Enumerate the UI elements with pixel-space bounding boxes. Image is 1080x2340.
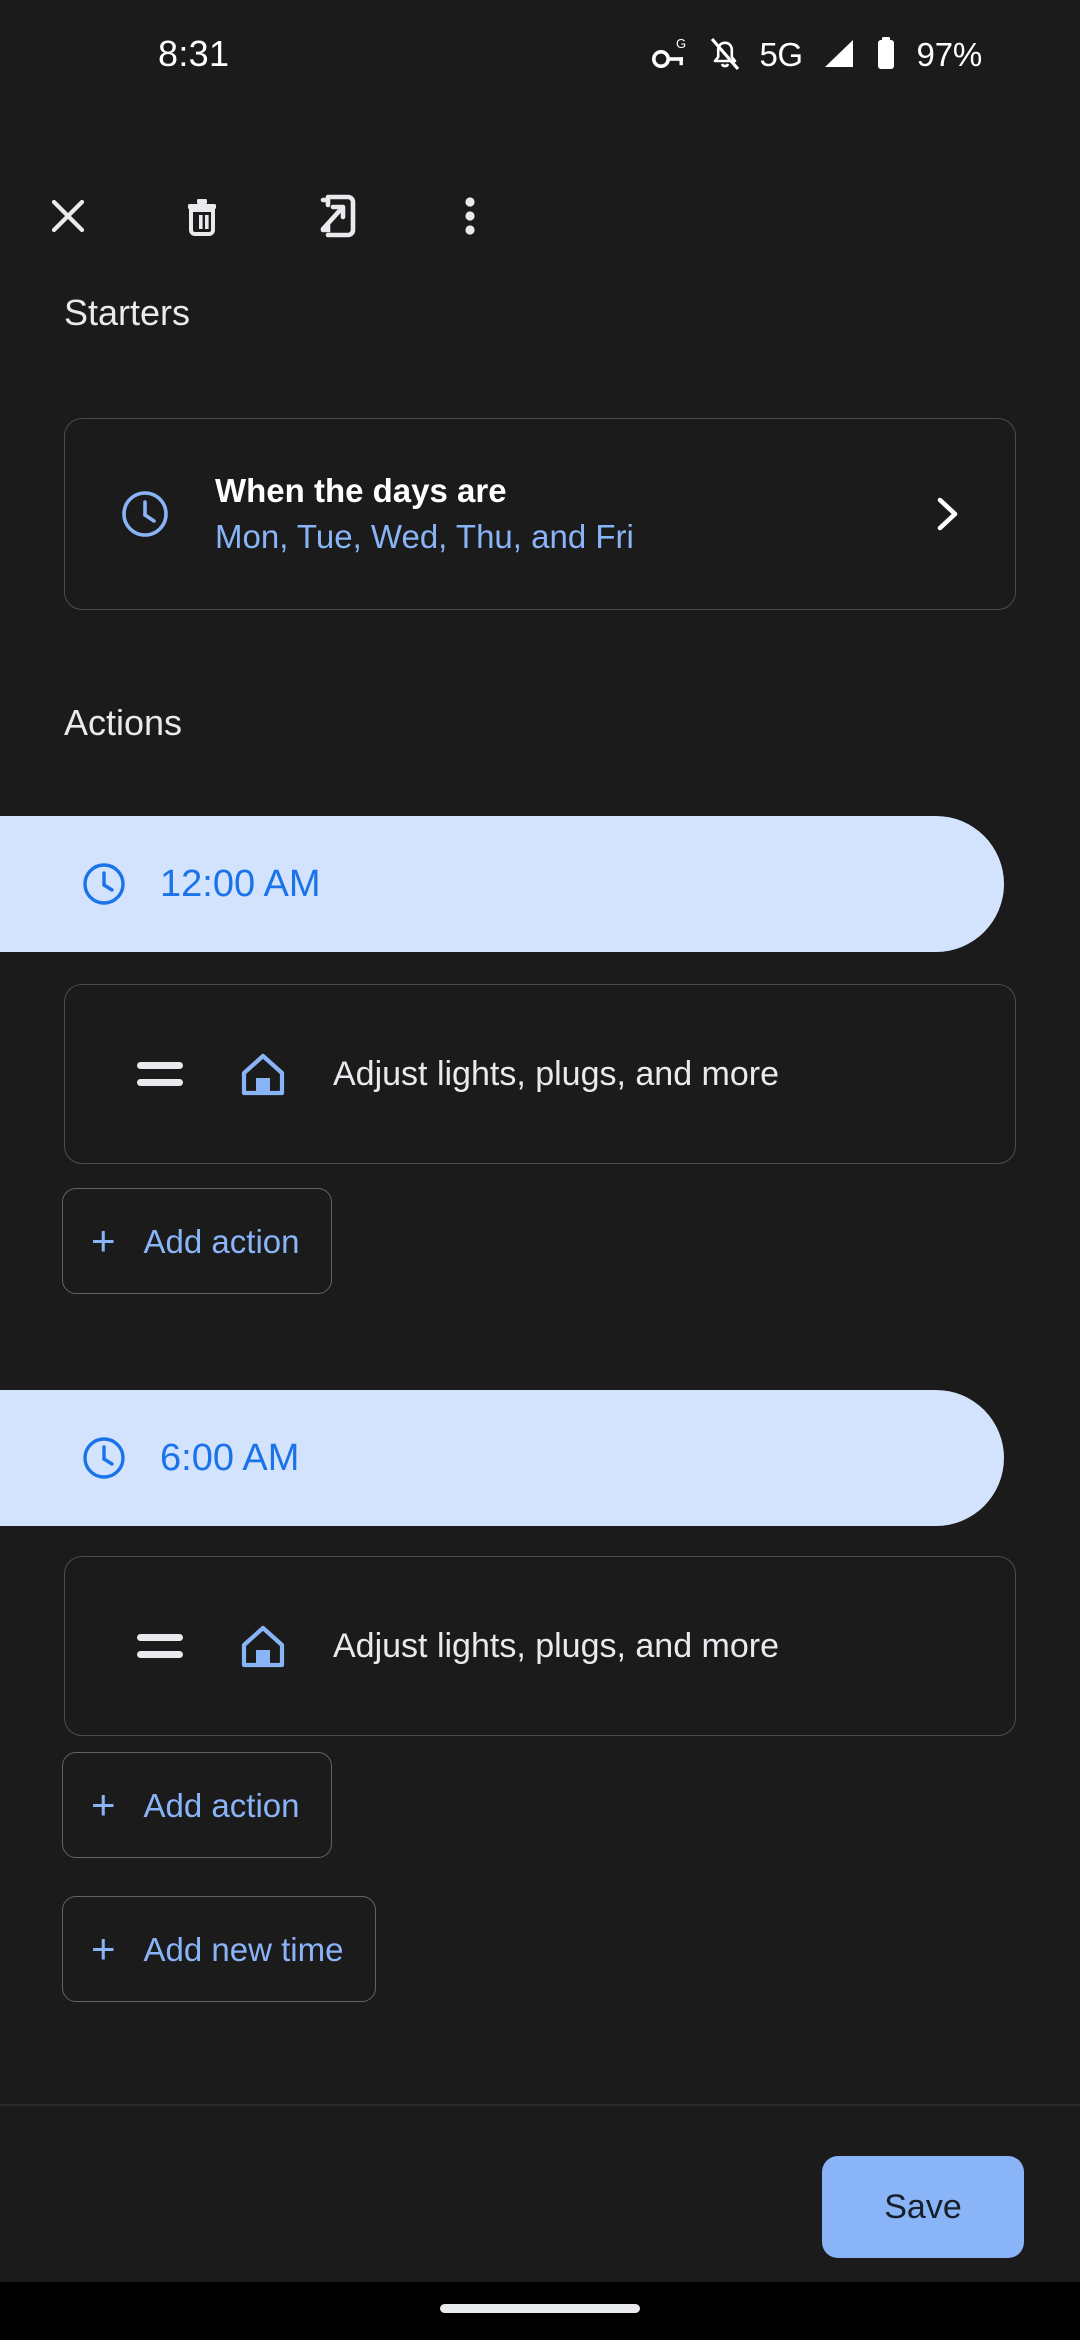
status-bar-icons: G 5G 97% [651,35,983,73]
status-bar-clock: 8:31 [158,33,230,74]
automation-editor-screen: 8:31 G 5G 97% Starters When the days are… [0,0,1080,2340]
starter-card[interactable]: When the days are Mon, Tue, Wed, Thu, an… [64,418,1016,610]
starter-primary-label: When the days are [215,472,507,510]
add-action-button[interactable]: + Add action [62,1752,333,1858]
add-action-label: Add action [143,1222,300,1260]
home-icon [237,1620,289,1672]
action-label: Adjust lights, plugs, and more [333,1054,780,1093]
top-toolbar [0,168,1080,264]
starters-section-title: Starters [64,292,191,333]
action-card[interactable]: Adjust lights, plugs, and more [64,984,1016,1164]
delete-icon [179,192,225,240]
drag-handle-icon[interactable] [137,1631,183,1661]
action-label: Adjust lights, plugs, and more [333,1626,780,1665]
home-icon [237,1048,289,1100]
add-to-home-screen-button[interactable] [288,168,384,264]
plus-icon: + [91,1217,116,1264]
notifications-off-icon [708,36,742,72]
actions-section-title: Actions [64,702,183,743]
save-button[interactable]: Save [822,2156,1024,2258]
time-chip-label: 6:00 AM [160,1437,300,1479]
home-gesture-pill[interactable] [440,2304,640,2313]
clock-icon [80,1434,128,1482]
clock-icon [80,860,128,908]
status-bar: 8:31 G 5G 97% [0,0,1080,108]
clock-icon [119,488,171,540]
more-options-icon [462,192,478,240]
plus-icon: + [91,1925,116,1972]
add-to-home-screen-icon [314,191,358,241]
add-action-button[interactable]: + Add action [62,1188,333,1294]
action-card[interactable]: Adjust lights, plugs, and more [64,1556,1016,1736]
battery-icon [875,36,897,72]
add-new-time-button[interactable]: + Add new time [62,1896,377,2002]
close-icon [44,192,92,240]
starter-secondary-label: Mon, Tue, Wed, Thu, and Fri [215,518,634,555]
delete-button[interactable] [154,168,250,264]
add-new-time-label: Add new time [143,1930,344,1968]
drag-handle-icon[interactable] [137,1059,183,1089]
vpn-key-g-icon: G [651,37,690,71]
close-button[interactable] [20,168,116,264]
time-chip-600am[interactable]: 6:00 AM [0,1390,1004,1526]
gesture-nav-bar [0,2282,1080,2340]
time-chip-label: 12:00 AM [160,863,321,905]
add-action-label: Add action [143,1786,300,1824]
plus-icon: + [91,1781,116,1828]
signal-icon [821,37,857,71]
battery-percent-label: 97% [916,35,983,73]
starter-text-block: When the days are Mon, Tue, Wed, Thu, an… [215,472,919,556]
network-type-label: 5G [759,35,804,73]
chevron-right-icon[interactable] [919,486,975,542]
more-options-button[interactable] [422,168,518,264]
svg-text:G: G [676,37,686,51]
time-chip-1200am[interactable]: 12:00 AM [0,816,1004,952]
